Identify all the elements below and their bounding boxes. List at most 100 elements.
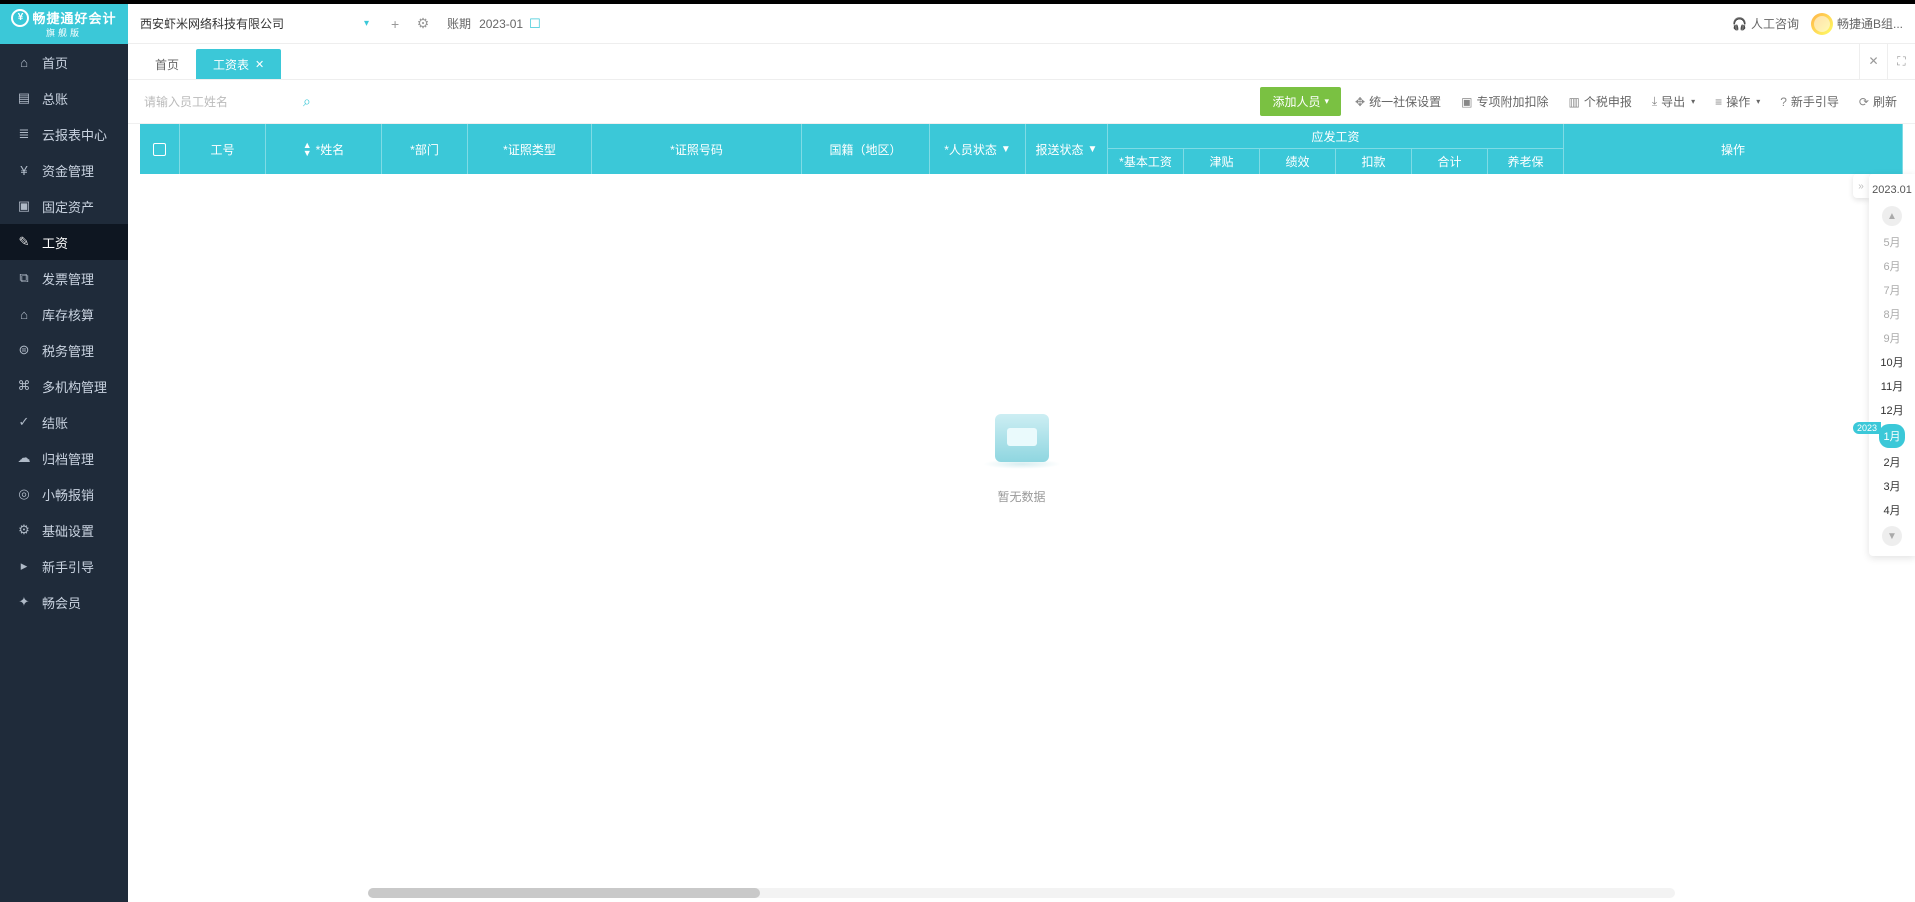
period-value[interactable]: 2023-01	[479, 17, 523, 31]
month-option[interactable]: 7月	[1879, 278, 1905, 302]
tab-home[interactable]: 首页	[138, 49, 196, 79]
sidebar-item-setting[interactable]: ⚙基础设置	[0, 512, 128, 548]
guide-link[interactable]: ? 新手引导	[1774, 93, 1845, 110]
company-name: 西安虾米网络科技有限公司	[140, 15, 284, 32]
home-icon: ⌂	[16, 55, 32, 70]
guide-icon: ?	[1780, 95, 1787, 109]
sidebar-item-guide[interactable]: ▸新手引导	[0, 548, 128, 584]
sidebar-item-label: 云报表中心	[42, 125, 107, 144]
chevron-down-icon: ▾	[1691, 97, 1695, 106]
settings-icon[interactable]: ⚙	[409, 15, 437, 32]
month-option[interactable]: 5月	[1879, 230, 1905, 254]
calendar-icon[interactable]: ☐	[529, 16, 541, 32]
sort-icon[interactable]: ▲▼	[303, 141, 312, 157]
sidebar-item-fund[interactable]: ¥资金管理	[0, 152, 128, 188]
support-label: 人工咨询	[1751, 15, 1799, 32]
th-action: 操作	[1564, 124, 1903, 174]
th-total[interactable]: 合计	[1412, 149, 1488, 174]
sidebar-item-asset[interactable]: ▣固定资产	[0, 188, 128, 224]
avatar	[1811, 13, 1833, 35]
th-id-no[interactable]: *证照号码	[592, 124, 802, 174]
sidebar-item-label: 首页	[42, 53, 68, 72]
close-icon[interactable]: ✕	[255, 58, 264, 71]
tool-label: 导出	[1661, 93, 1685, 110]
month-option[interactable]: 10月	[1879, 350, 1905, 374]
month-option[interactable]: 1月2023	[1879, 424, 1905, 448]
search-input[interactable]	[140, 89, 303, 115]
operate-icon: ≡	[1715, 95, 1722, 109]
sidebar-item-invoice[interactable]: ⧉发票管理	[0, 260, 128, 296]
support-link[interactable]: 🎧 人工咨询	[1732, 15, 1799, 32]
filter-icon[interactable]: ▼	[1088, 144, 1098, 155]
close-all-tabs-button[interactable]: ✕	[1859, 43, 1887, 79]
month-option[interactable]: 12月	[1879, 398, 1905, 422]
add-person-button[interactable]: 添加人员 ▾	[1260, 87, 1341, 116]
sidebar-item-org[interactable]: ⌘ 多机构管理	[0, 368, 128, 404]
th-performance[interactable]: 绩效	[1260, 149, 1336, 174]
export-icon: ⤓	[1652, 94, 1657, 109]
month-prev-button[interactable]: ▲	[1882, 206, 1902, 226]
sidebar-item-member[interactable]: ✦畅会员	[0, 584, 128, 620]
th-name[interactable]: ▲▼ *姓名	[266, 124, 382, 174]
month-option[interactable]: 11月	[1879, 374, 1905, 398]
month-option[interactable]: 9月	[1879, 326, 1905, 350]
year-badge: 2023	[1853, 422, 1881, 434]
search-icon[interactable]: ⌕	[303, 93, 311, 110]
th-report-status[interactable]: 报送状态 ▼	[1026, 124, 1108, 174]
month-option[interactable]: 6月	[1879, 254, 1905, 278]
tab-salary[interactable]: 工资表 ✕	[196, 49, 281, 79]
deduction-icon: ▣	[1461, 95, 1472, 109]
sidebar-item-home[interactable]: ⌂ 首页	[0, 44, 128, 80]
operate-link[interactable]: ≡ 操作 ▾	[1709, 93, 1766, 110]
company-selector[interactable]: 西安虾米网络科技有限公司 ▾	[128, 15, 381, 32]
sidebar-item-label: 多机构管理	[42, 377, 107, 396]
th-dept[interactable]: *部门	[382, 124, 468, 174]
th-deduction[interactable]: 扣款	[1336, 149, 1412, 174]
th-pension[interactable]: 养老保	[1488, 149, 1564, 174]
month-picker-expand[interactable]: »	[1853, 174, 1869, 198]
th-status[interactable]: *人员状态 ▼	[930, 124, 1026, 174]
headset-icon: 🎧	[1732, 17, 1747, 31]
table: 工号 ▲▼ *姓名 *部门 *证照类型 *证照号码 国籍（地区） *人员状态 ▼…	[128, 124, 1915, 884]
sidebar-item-tax[interactable]: ⊜税务管理	[0, 332, 128, 368]
fullscreen-button[interactable]: ⛶	[1887, 43, 1915, 79]
tool-label: 刷新	[1873, 93, 1897, 110]
deduction-link[interactable]: ▣ 专项附加扣除	[1455, 93, 1554, 110]
th-emp-no[interactable]: 工号	[180, 124, 266, 174]
th-id-type[interactable]: *证照类型	[468, 124, 592, 174]
month-picker: 2023.01 ▲ 5月6月7月8月9月10月11月12月1月20232月3月4…	[1869, 174, 1915, 556]
scrollbar-thumb[interactable]	[368, 888, 760, 898]
refresh-link[interactable]: ⟳ 刷新	[1853, 93, 1903, 110]
th-nationality[interactable]: 国籍（地区）	[802, 124, 930, 174]
th-group-pay: 应发工资 *基本工资 津贴 绩效 扣款 合计 养老保	[1108, 124, 1564, 174]
user-menu[interactable]: 畅捷通B组...	[1811, 13, 1903, 35]
sidebar-item-stock[interactable]: ⌂库存核算	[0, 296, 128, 332]
filter-icon[interactable]: ▼	[1001, 144, 1011, 155]
sidebar-item-close[interactable]: ✓结账	[0, 404, 128, 440]
th-allowance[interactable]: 津贴	[1184, 149, 1260, 174]
horizontal-scrollbar[interactable]	[368, 888, 1675, 898]
sidebar-item-salary[interactable]: ✎工资	[0, 224, 128, 260]
month-option[interactable]: 8月	[1879, 302, 1905, 326]
sidebar-item-label: 基础设置	[42, 521, 94, 540]
sidebar-item-xbx[interactable]: ◎小畅报销	[0, 476, 128, 512]
tax-report-link[interactable]: ▥ 个税申报	[1562, 93, 1637, 110]
th-base-pay[interactable]: *基本工资	[1108, 149, 1184, 174]
refresh-icon: ⟳	[1859, 95, 1869, 109]
org-icon: ⌘	[16, 378, 32, 394]
month-option[interactable]: 2月	[1879, 450, 1905, 474]
th-checkbox[interactable]	[140, 124, 180, 174]
sidebar-item-report[interactable]: ≣ 云报表中心	[0, 116, 128, 152]
month-next-button[interactable]: ▼	[1882, 526, 1902, 546]
member-icon: ✦	[16, 594, 32, 610]
sidebar-item-ledger[interactable]: ▤总账	[0, 80, 128, 116]
social-setting-link[interactable]: ✥ 统一社保设置	[1349, 93, 1447, 110]
ledger-icon: ▤	[16, 90, 32, 106]
add-company-button[interactable]: +	[381, 16, 409, 32]
export-link[interactable]: ⤓ 导出 ▾	[1646, 93, 1701, 110]
sidebar-item-label: 工资	[42, 233, 68, 252]
month-option[interactable]: 4月	[1879, 498, 1905, 522]
month-option[interactable]: 3月	[1879, 474, 1905, 498]
report-icon: ≣	[16, 126, 32, 142]
sidebar-item-archive[interactable]: ☁归档管理	[0, 440, 128, 476]
